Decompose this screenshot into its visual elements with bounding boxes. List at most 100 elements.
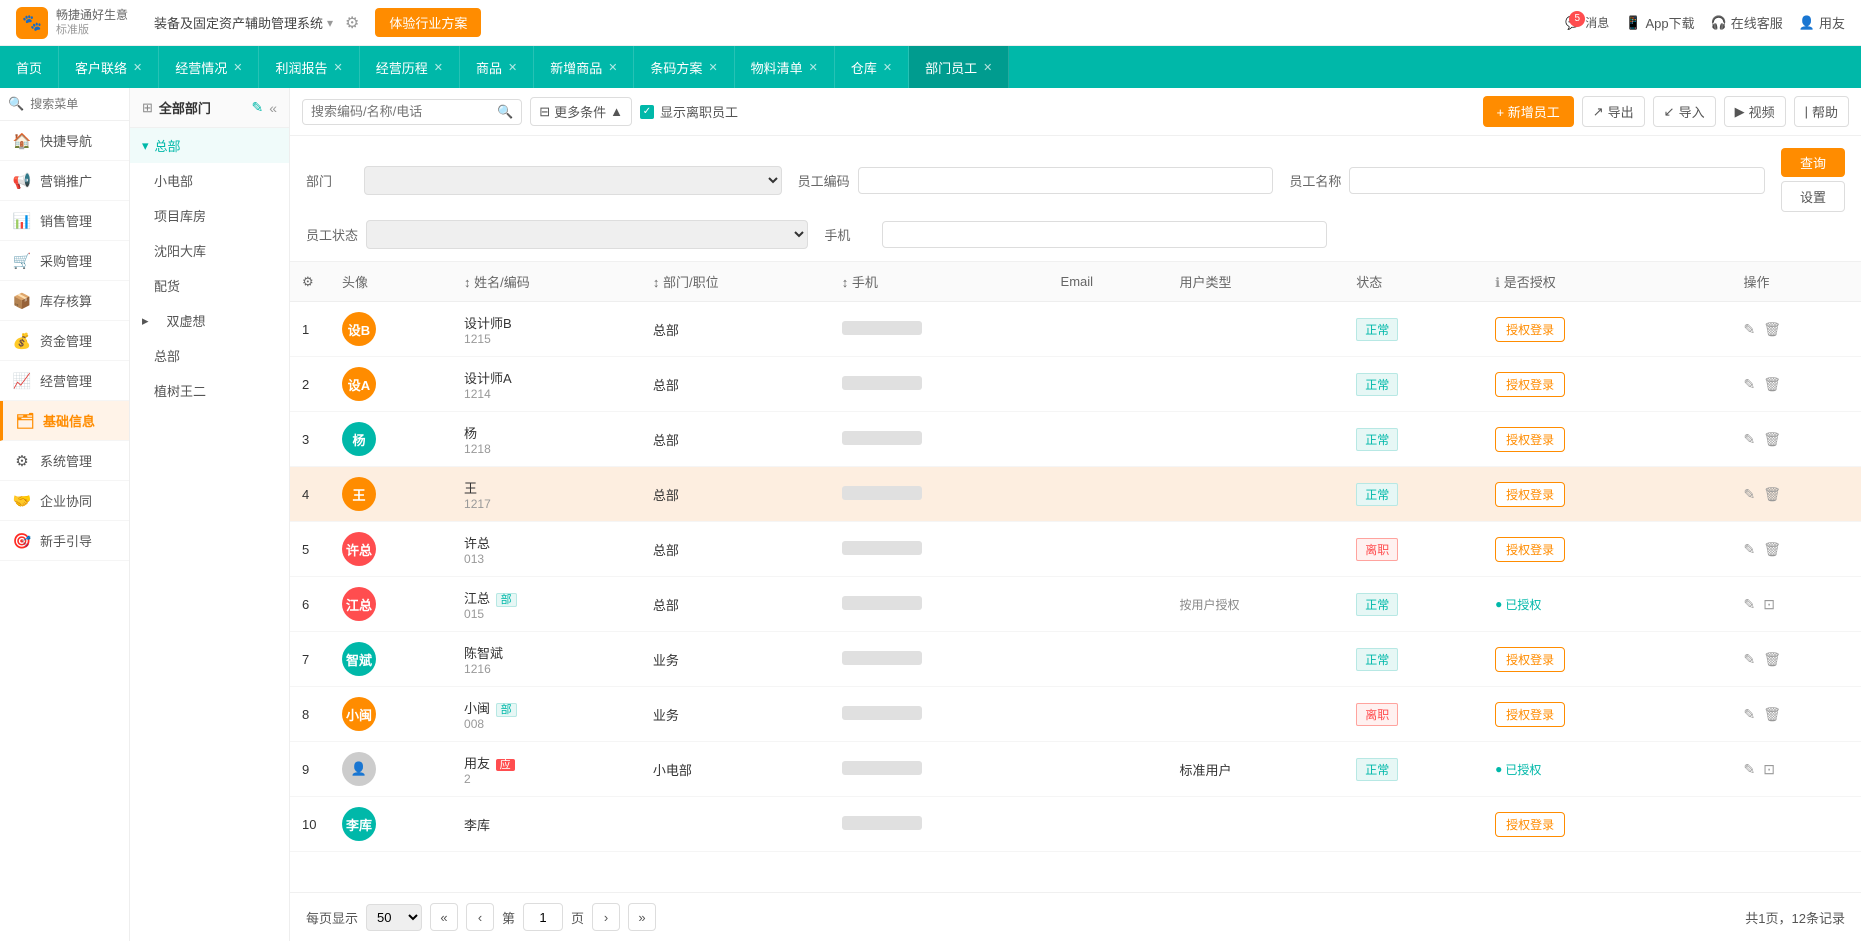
first-page-button[interactable]: « (430, 903, 458, 931)
dept-edit-icon[interactable]: ✎ (251, 99, 263, 116)
dept-tree-item-7[interactable]: 植树王二 (130, 373, 289, 408)
nav-item-profit[interactable]: 利润报告 ✕ (259, 46, 359, 88)
nav-item-history[interactable]: 经营历程 ✕ (360, 46, 460, 88)
last-page-button[interactable]: » (628, 903, 656, 931)
nav-close-customer[interactable]: ✕ (133, 61, 142, 74)
help-button[interactable]: | 帮助 (1794, 96, 1849, 127)
edit-icon[interactable]: ✎ (1743, 651, 1755, 668)
sidebar-item-business[interactable]: 📈 经营管理 (0, 361, 129, 401)
edit-icon[interactable]: ✎ (1743, 541, 1755, 558)
col-name-code[interactable]: ↕ 姓名/编码 (452, 262, 641, 302)
nav-item-ops[interactable]: 经营情况 ✕ (159, 46, 259, 88)
col-settings[interactable]: ⚙ (290, 262, 330, 302)
nav-item-warehouse[interactable]: 仓库 ✕ (835, 46, 909, 88)
nav-item-goods[interactable]: 商品 ✕ (460, 46, 534, 88)
import-button[interactable]: ↙ 导入 (1653, 96, 1716, 127)
app-download-button[interactable]: 📱 App下载 (1625, 13, 1694, 32)
delete-icon[interactable]: 🗑 (1763, 431, 1781, 448)
trial-button[interactable]: 体验行业方案 (375, 8, 481, 37)
col-dept-pos[interactable]: ↕ 部门/职位 (641, 262, 830, 302)
dept-collapse-icon[interactable]: « (269, 100, 277, 116)
sidebar-item-finance[interactable]: 💰 资金管理 (0, 321, 129, 361)
per-page-select[interactable]: 50 20 100 (366, 904, 422, 931)
nav-close-add-goods[interactable]: ✕ (608, 61, 617, 74)
add-employee-button[interactable]: + 新增员工 (1483, 96, 1574, 127)
nav-close-dept[interactable]: ✕ (983, 61, 992, 74)
edit-icon[interactable]: ✎ (1743, 761, 1755, 778)
edit-icon[interactable]: ✎ (1743, 431, 1755, 448)
filter-search-input[interactable] (311, 104, 491, 119)
page-input[interactable] (523, 903, 563, 931)
auth-button[interactable]: 授权登录 (1495, 427, 1565, 452)
more-filter-button[interactable]: ⊟ 更多条件 ▲ (530, 97, 632, 126)
query-button[interactable]: 查询 (1781, 148, 1845, 177)
nav-close-bom[interactable]: ✕ (809, 61, 818, 74)
auth-button[interactable]: 授权登录 (1495, 812, 1565, 837)
col-phone[interactable]: ↕ 手机 (830, 262, 1049, 302)
sidebar-item-marketing[interactable]: 📢 营销推广 (0, 161, 129, 201)
nav-close-warehouse[interactable]: ✕ (883, 61, 892, 74)
settings-button[interactable]: ⚙ (341, 9, 363, 37)
filter-search-icon[interactable]: 🔍 (497, 104, 513, 120)
nav-item-barcode[interactable]: 条码方案 ✕ (634, 46, 734, 88)
next-page-button[interactable]: › (592, 903, 620, 931)
nav-close-profit[interactable]: ✕ (334, 61, 343, 74)
dept-tree-item-5[interactable]: ▸ 双虚想 (130, 303, 289, 338)
nav-item-customer[interactable]: 客户联络 ✕ (59, 46, 159, 88)
chevron-icon[interactable]: ▾ (327, 16, 333, 30)
auth-button[interactable]: 授权登录 (1495, 537, 1565, 562)
copy-icon[interactable]: ⊡ (1763, 761, 1775, 778)
nav-close-history[interactable]: ✕ (434, 61, 443, 74)
nav-item-add-goods[interactable]: 新增商品 ✕ (534, 46, 634, 88)
copy-icon[interactable]: ⊡ (1763, 596, 1775, 613)
nav-item-bom[interactable]: 物料清单 ✕ (735, 46, 835, 88)
edit-icon[interactable]: ✎ (1743, 596, 1755, 613)
delete-icon[interactable]: 🗑 (1763, 541, 1781, 558)
sidebar-item-collab[interactable]: 🤝 企业协同 (0, 481, 129, 521)
emp-name-input[interactable] (1349, 167, 1765, 194)
dept-tree-item-4[interactable]: 配货 (130, 268, 289, 303)
delete-icon[interactable]: 🗑 (1763, 321, 1781, 338)
edit-icon[interactable]: ✎ (1743, 486, 1755, 503)
edit-icon[interactable]: ✎ (1743, 321, 1755, 338)
delete-icon[interactable]: 🗑 (1763, 376, 1781, 393)
show-resigned-toggle[interactable]: ✓ 显示离职员工 (640, 102, 738, 121)
video-button[interactable]: ▶ 视频 (1724, 96, 1786, 127)
dept-filter-select[interactable] (364, 166, 782, 195)
sidebar-item-purchase[interactable]: 🛒 采购管理 (0, 241, 129, 281)
dept-tree-item-2[interactable]: 项目库房 (130, 198, 289, 233)
nav-close-ops[interactable]: ✕ (233, 61, 242, 74)
sidebar-item-guide[interactable]: 🎯 新手引导 (0, 521, 129, 561)
delete-icon[interactable]: 🗑 (1763, 706, 1781, 723)
auth-button[interactable]: 授权登录 (1495, 372, 1565, 397)
online-service-button[interactable]: 🎧 在线客服 (1711, 13, 1783, 32)
dept-tree-item-1[interactable]: 小电部 (130, 163, 289, 198)
edit-icon[interactable]: ✎ (1743, 706, 1755, 723)
sidebar-item-basic[interactable]: 🗂 基础信息 (0, 401, 129, 441)
sidebar-item-system[interactable]: ⚙ 系统管理 (0, 441, 129, 481)
auth-button[interactable]: 授权登录 (1495, 482, 1565, 507)
reset-button[interactable]: 设置 (1781, 181, 1845, 212)
export-button[interactable]: ↗ 导出 (1582, 96, 1645, 127)
status-filter-select[interactable] (366, 220, 808, 249)
show-resigned-checkbox[interactable]: ✓ (640, 105, 654, 119)
dept-tree-item-0[interactable]: ▾ 总部 (130, 128, 289, 163)
sidebar-item-quicknav[interactable]: 🏠 快捷导航 (0, 121, 129, 161)
dept-tree-item-6[interactable]: 总部 (130, 338, 289, 373)
sidebar-search-input[interactable] (30, 97, 130, 111)
nav-close-goods[interactable]: ✕ (508, 61, 517, 74)
dept-tree-item-3[interactable]: 沈阳大库 (130, 233, 289, 268)
phone-filter-input[interactable] (882, 221, 1326, 248)
emp-code-input[interactable] (858, 167, 1274, 194)
nav-item-home[interactable]: 首页 (0, 46, 59, 88)
prev-page-button[interactable]: ‹ (466, 903, 494, 931)
delete-icon[interactable]: 🗑 (1763, 651, 1781, 668)
nav-item-dept[interactable]: 部门员工 ✕ (909, 46, 1009, 88)
delete-icon[interactable]: 🗑 (1763, 486, 1781, 503)
sidebar-item-sales[interactable]: 📊 销售管理 (0, 201, 129, 241)
auth-button[interactable]: 授权登录 (1495, 317, 1565, 342)
nav-close-barcode[interactable]: ✕ (708, 61, 717, 74)
edit-icon[interactable]: ✎ (1743, 376, 1755, 393)
auth-button[interactable]: 授权登录 (1495, 702, 1565, 727)
user-menu[interactable]: 👤 用友 (1799, 13, 1845, 32)
